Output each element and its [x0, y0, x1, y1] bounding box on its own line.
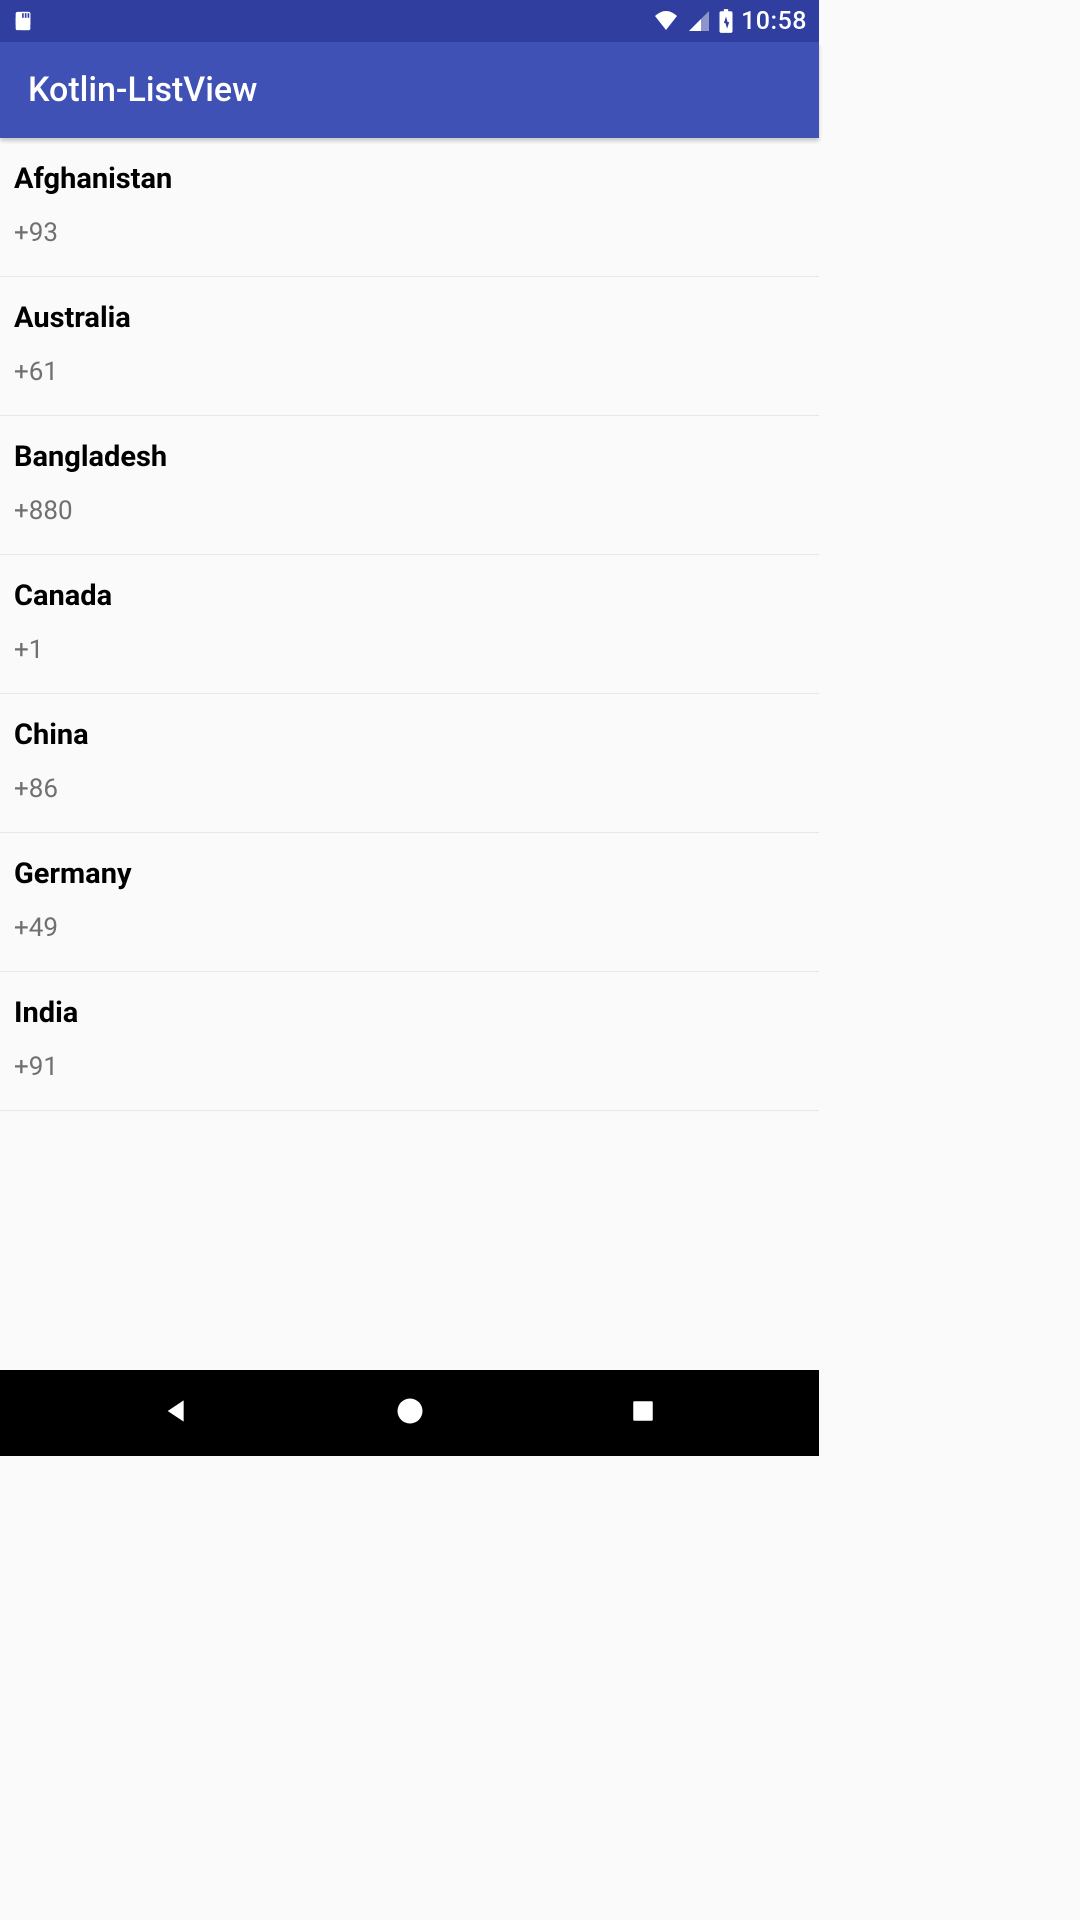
- country-name: China: [14, 718, 805, 752]
- navigation-bar: [0, 1370, 819, 1456]
- country-code: +880: [14, 496, 805, 526]
- cell-signal-icon: [687, 9, 711, 33]
- app-bar: Kotlin-ListView: [0, 42, 819, 138]
- battery-charging-icon: [717, 8, 735, 34]
- list-item[interactable]: Bangladesh +880: [0, 416, 819, 555]
- country-code: +91: [14, 1052, 805, 1082]
- wifi-icon: [651, 9, 681, 33]
- home-icon: [395, 1396, 425, 1430]
- app-title: Kotlin-ListView: [28, 70, 257, 110]
- country-code: +1: [14, 635, 805, 665]
- country-name: Canada: [14, 579, 805, 613]
- country-name: Australia: [14, 301, 805, 335]
- country-code: +93: [14, 218, 805, 248]
- status-right: 10:58: [651, 7, 807, 36]
- list-item[interactable]: Canada +1: [0, 555, 819, 694]
- status-time: 10:58: [741, 7, 807, 36]
- list-item[interactable]: Germany +49: [0, 833, 819, 972]
- country-code: +49: [14, 913, 805, 943]
- recents-button[interactable]: [603, 1383, 683, 1443]
- country-code: +61: [14, 357, 805, 387]
- country-code: +86: [14, 774, 805, 804]
- sd-card-icon: [12, 8, 34, 34]
- list-item[interactable]: India +91: [0, 972, 819, 1111]
- list-item[interactable]: Australia +61: [0, 277, 819, 416]
- list-view[interactable]: Afghanistan +93 Australia +61 Bangladesh…: [0, 138, 819, 1370]
- country-name: India: [14, 996, 805, 1030]
- country-name: Germany: [14, 857, 805, 891]
- country-name: Bangladesh: [14, 440, 805, 474]
- status-left: [12, 8, 34, 34]
- back-button[interactable]: [137, 1383, 217, 1443]
- list-item[interactable]: Afghanistan +93: [0, 138, 819, 277]
- status-bar: 10:58: [0, 0, 819, 42]
- back-icon: [161, 1395, 193, 1431]
- recents-icon: [630, 1398, 656, 1428]
- home-button[interactable]: [370, 1383, 450, 1443]
- list-item[interactable]: China +86: [0, 694, 819, 833]
- country-name: Afghanistan: [14, 162, 805, 196]
